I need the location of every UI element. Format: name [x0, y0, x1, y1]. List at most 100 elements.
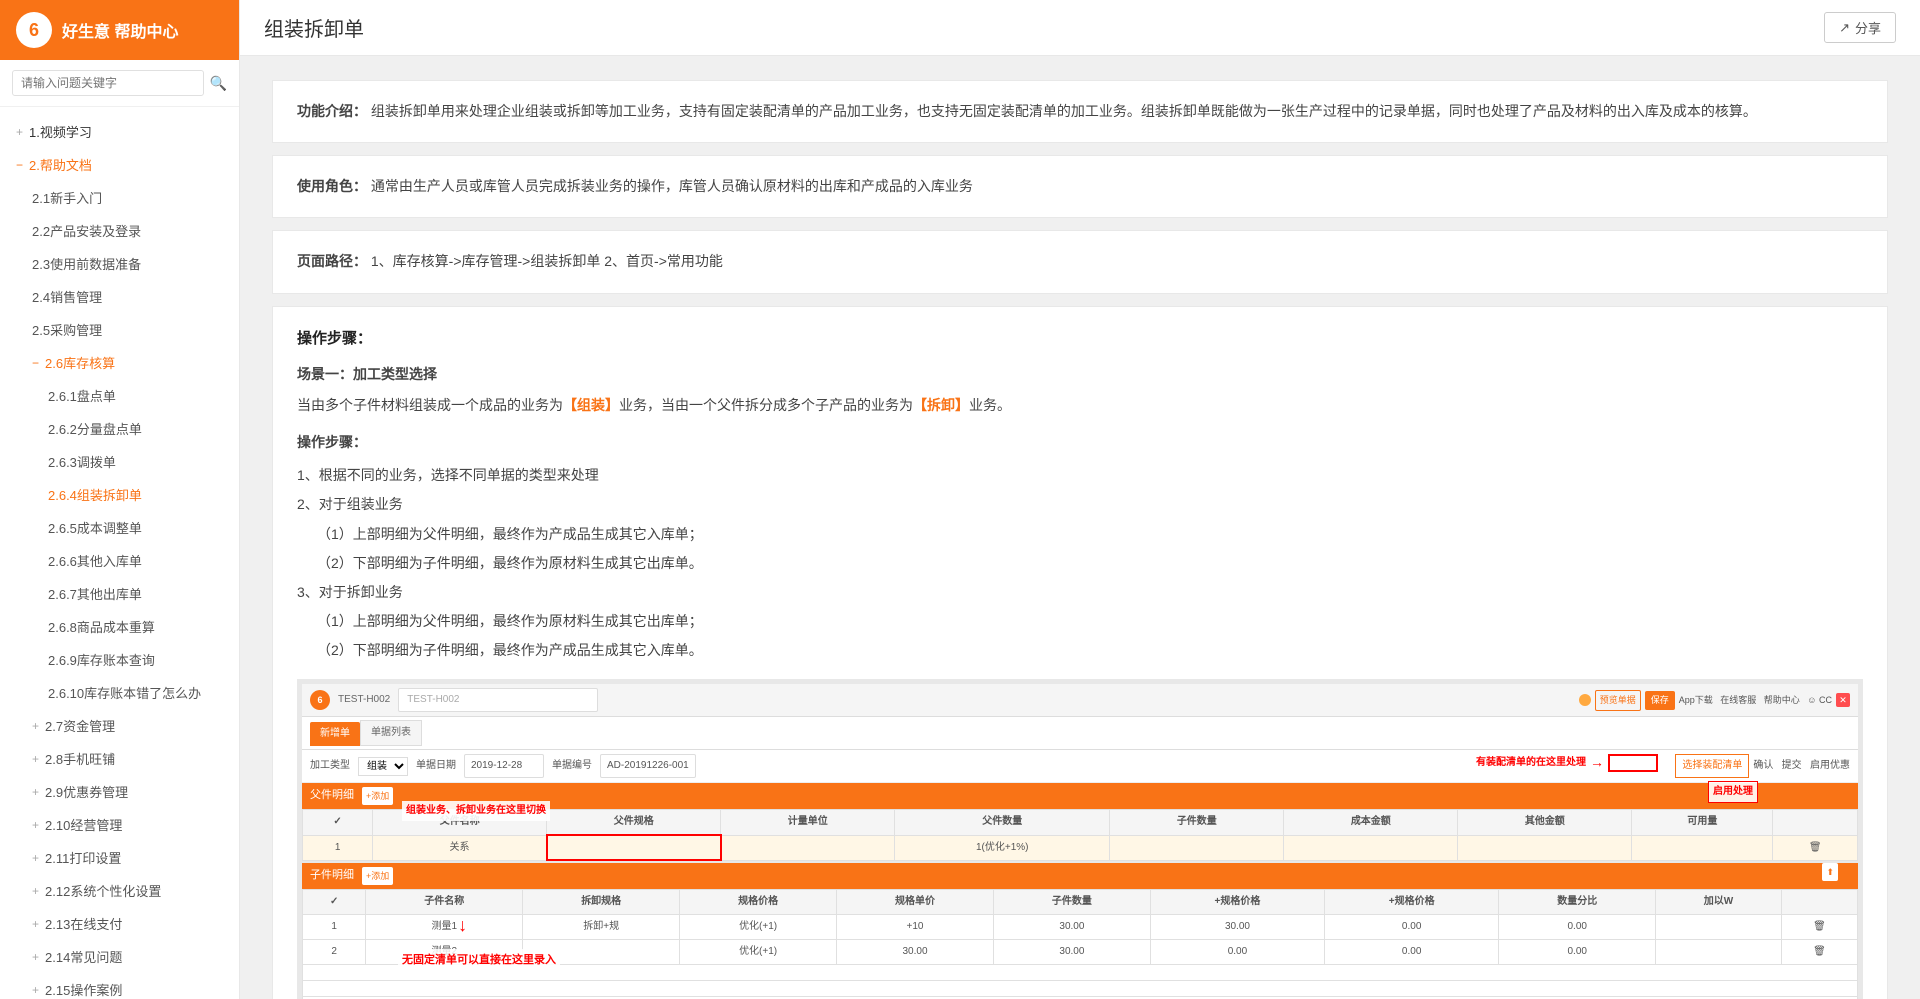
table-row [303, 965, 1858, 981]
sidebar-item-2-1[interactable]: 2.1新手入门 [0, 181, 239, 214]
ss-tab-new[interactable]: 新增单 [310, 722, 360, 746]
sidebar-item-2-4[interactable]: 2.4销售管理 [0, 280, 239, 313]
ss-code-input[interactable]: AD-20191226-001 [600, 754, 696, 778]
ss-lower-table: ✓ 子件名称 拆卸规格 规格价格 规格单价 子件数量 +规格价格 +规格价格 数… [302, 889, 1858, 999]
sidebar-item-2-5[interactable]: 2.5采购管理 [0, 313, 239, 346]
ss-process-type[interactable]: 组装 [358, 757, 408, 776]
func-intro-text: 组装拆卸单用来处理企业组装或拆卸等加工业务，支持有固定装配清单的产品加工业务，也… [371, 103, 1757, 119]
share-icon: ↗ [1839, 20, 1850, 36]
sidebar-header: 6 好生意 帮助中心 [0, 0, 239, 60]
ss-url: TEST-H002 [338, 691, 390, 709]
annotation-bom: 有装配清单的在这里处理 → [1476, 750, 1658, 775]
ss-tab-list[interactable]: 单据列表 [360, 720, 422, 746]
ss-lower-section: 子件明细 +添加 ⬆ [302, 863, 1858, 889]
ss-expand-btn[interactable]: ⬆ [1822, 863, 1838, 881]
sidebar-item-2-6-6[interactable]: 2.6.6其他入库单 [0, 544, 239, 577]
search-button[interactable]: 🔍 [210, 75, 227, 92]
ss-date-input[interactable]: 2019-12-28 [464, 754, 544, 778]
step-2-2: （2）下部明细为子件明细，最终作为原材料生成其它出库单。 [297, 551, 1863, 576]
role-label: 使用角色： [297, 178, 367, 194]
sidebar-item-2-6-2[interactable]: 2.6.2分量盘点单 [0, 412, 239, 445]
search-input[interactable] [12, 70, 204, 96]
annotation-switch: 组装业务、拆卸业务在这里切换 [402, 801, 550, 821]
plus-icon: + [16, 125, 23, 139]
ss-nav: 新增单 单据列表 [302, 717, 1858, 750]
step-2: 2、对于组装业务 [297, 492, 1863, 517]
ss-close: ✕ [1836, 693, 1850, 707]
sidebar-item-2-11[interactable]: + 2.11打印设置 [0, 841, 239, 874]
sidebar-item-2-6-9[interactable]: 2.6.9库存账本查询 [0, 643, 239, 676]
sidebar-item-2-6-5[interactable]: 2.6.5成本调整单 [0, 511, 239, 544]
sidebar-item-2-6-1[interactable]: 2.6.1盘点单 [0, 379, 239, 412]
sidebar-item-2-15[interactable]: + 2.15操作案例 [0, 973, 239, 999]
sidebar-item-2-14[interactable]: + 2.14常见问题 [0, 940, 239, 973]
content-area: 功能介绍： 组装拆卸单用来处理企业组装或拆卸等加工业务，支持有固定装配清单的产品… [240, 56, 1920, 999]
step-1: 1、根据不同的业务，选择不同单据的类型来处理 [297, 463, 1863, 488]
app-logo: 6 [16, 12, 52, 48]
sidebar-item-video[interactable]: + 1.视频学习 [0, 115, 239, 148]
ops-card: 操作步骤： 场景一：加工类型选择 当由多个子件材料组装成一个成品的业务为【组装】… [272, 306, 1888, 999]
ss-add-lower[interactable]: +添加 [362, 867, 393, 885]
sidebar-item-2-12[interactable]: + 2.12系统个性化设置 [0, 874, 239, 907]
step-3-2: （2）下部明细为子件明细，最终作为产成品生成其它入库单。 [297, 638, 1863, 663]
nav-tree: + 1.视频学习 − 2.帮助文档 2.1新手入门 2.2产品安装及登录 2.3… [0, 107, 239, 999]
sidebar-item-2-6-10[interactable]: 2.6.10库存账本错了怎么办 [0, 676, 239, 709]
sidebar-item-2-13[interactable]: + 2.13在线支付 [0, 907, 239, 940]
ops-title: 操作步骤： [297, 325, 1863, 352]
minus-icon: − [16, 158, 23, 172]
ss-upper-section: 父件明细 +添加 组装业务、拆卸业务在这里切换 启用处理 [302, 783, 1858, 809]
sidebar-item-2-7[interactable]: + 2.7资金管理 [0, 709, 239, 742]
path-card: 页面路径： 1、库存核算->库存管理->组装拆卸单 2、首页->常用功能 [272, 230, 1888, 293]
ss-url-bar: TEST-H002 [398, 688, 598, 712]
ss-lower-table-wrap: ✓ 子件名称 拆卸规格 规格价格 规格单价 子件数量 +规格价格 +规格价格 数… [302, 889, 1858, 999]
share-button[interactable]: ↗ 分享 [1824, 12, 1896, 43]
page-title: 组装拆卸单 [264, 13, 364, 42]
sidebar-item-docs[interactable]: − 2.帮助文档 [0, 148, 239, 181]
sidebar-item-2-6-3[interactable]: 2.6.3调拨单 [0, 445, 239, 478]
search-box[interactable]: 🔍 [0, 60, 239, 107]
ss-select-bom[interactable]: 选择装配清单 [1675, 754, 1749, 778]
path-label: 页面路径： [297, 253, 367, 269]
path-text: 1、库存核算->库存管理->组装拆卸单 2、首页->常用功能 [371, 253, 723, 269]
step-3-1: （1）上部明细为父件明细，最终作为原材料生成其它出库单； [297, 609, 1863, 634]
ss-form-right-actions: 选择装配清单 确认 提交 启用优惠 [1675, 754, 1850, 778]
role-card: 使用角色： 通常由生产人员或库管人员完成拆装业务的操作，库管人员确认原材料的出库… [272, 155, 1888, 218]
sidebar-item-2-6-4[interactable]: 2.6.4组装拆卸单 [0, 478, 239, 511]
steps-list: 1、根据不同的业务，选择不同单据的类型来处理 2、对于组装业务 （1）上部明细为… [297, 463, 1863, 663]
table-row: 1 关系 1(优化+1%) 🗑 [303, 835, 1858, 860]
sidebar-item-2-9[interactable]: + 2.9优惠券管理 [0, 775, 239, 808]
ss-save-btn: 保存 [1645, 691, 1675, 709]
sidebar-item-2-10[interactable]: + 2.10经营管理 [0, 808, 239, 841]
screenshot-container: 6 TEST-H002 TEST-H002 预览单据 保存 App下载 在线客服… [297, 679, 1863, 999]
app-title: 好生意 帮助中心 [62, 18, 178, 42]
minus-icon-2-6: − [32, 356, 39, 370]
sidebar-item-2-6[interactable]: − 2.6库存核算 [0, 346, 239, 379]
ss-icons: App下载 在线客服 帮助中心 ☺ CC [1679, 692, 1832, 708]
table-row: 2 测量2 优化(+1) 30.00 30.00 0.00 0.00 0.00 [303, 940, 1858, 965]
ss-prev-btn: 预览单据 [1595, 690, 1641, 710]
sidebar-item-2-8[interactable]: + 2.8手机旺铺 [0, 742, 239, 775]
scene1-desc: 当由多个子件材料组装成一个成品的业务为【组装】业务，当由一个父件拆分成多个子产品… [297, 393, 1863, 418]
sidebar-item-2-6-8[interactable]: 2.6.8商品成本重算 [0, 610, 239, 643]
ss-add-upper[interactable]: +添加 [362, 787, 393, 805]
top-bar: 组装拆卸单 ↗ 分享 [240, 0, 1920, 56]
sidebar: 6 好生意 帮助中心 🔍 + 1.视频学习 − 2.帮助文档 2.1新手入门 2… [0, 0, 240, 999]
role-text: 通常由生产人员或库管人员完成拆装业务的操作，库管人员确认原材料的出库和产成品的入… [371, 178, 973, 194]
scene1-title: 场景一：加工类型选择 [297, 366, 437, 382]
sidebar-item-2-2[interactable]: 2.2产品安装及登录 [0, 214, 239, 247]
ss-tabs: 新增单 单据列表 [310, 720, 422, 746]
ss-form-row: 加工类型 组装 单据日期 2019-12-28 单据编号 AD-20191226… [302, 750, 1858, 783]
step-3: 3、对于拆卸业务 [297, 580, 1863, 605]
ss-logo: 6 [310, 690, 330, 710]
func-intro-label: 功能介绍： [297, 103, 367, 119]
step-2-1: （1）上部明细为父件明细，最终作为产成品生成其它入库单； [297, 522, 1863, 547]
ss-top-actions: 预览单据 保存 App下载 在线客服 帮助中心 ☺ CC ✕ [1579, 690, 1850, 710]
table-row: 1 测量1 拆卸+规 优化(+1) +10 30.00 30.00 0.00 0… [303, 915, 1858, 940]
table-row [303, 981, 1858, 997]
annotation-enable: 启用处理 [1708, 781, 1758, 803]
sidebar-item-2-3[interactable]: 2.3使用前数据准备 [0, 247, 239, 280]
ss-topbar: 6 TEST-H002 TEST-H002 预览单据 保存 App下载 在线客服… [302, 684, 1858, 717]
ops-steps-sub-title: 操作步骤： [297, 430, 1863, 455]
sidebar-item-2-6-7[interactable]: 2.6.7其他出库单 [0, 577, 239, 610]
ss-parent-spec[interactable] [547, 835, 721, 860]
